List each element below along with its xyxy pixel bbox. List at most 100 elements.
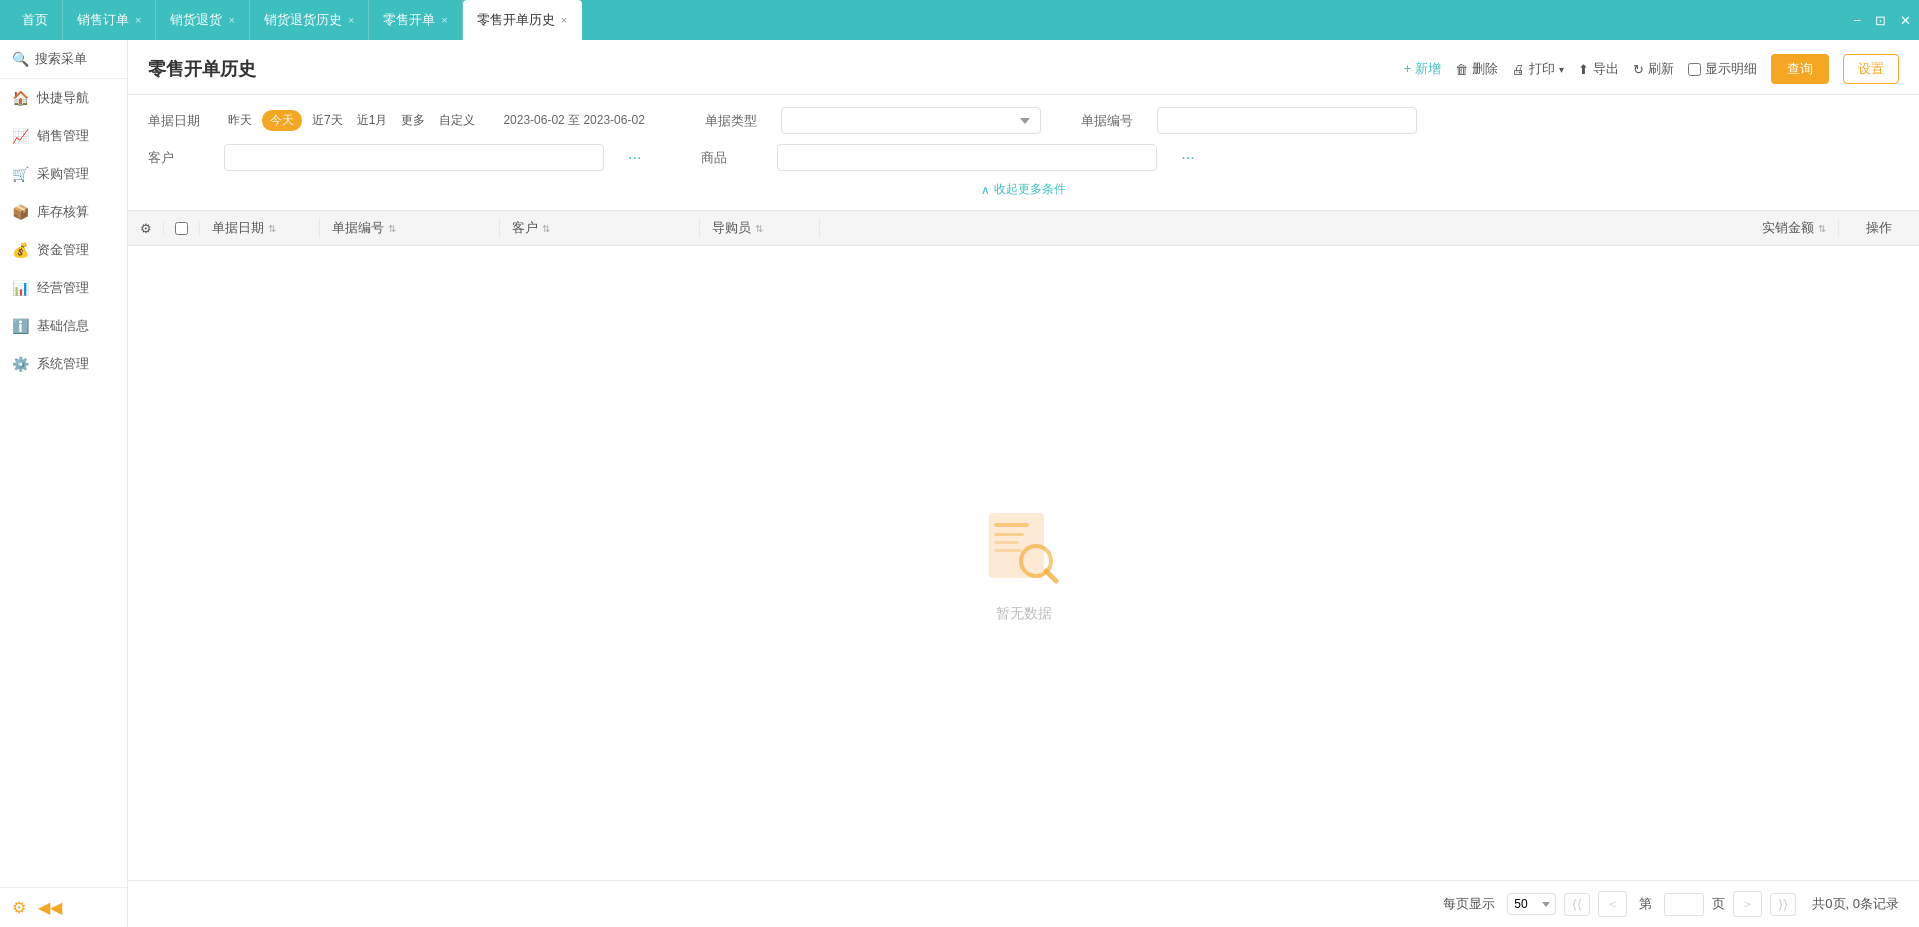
th-check[interactable] (164, 222, 200, 235)
sidebar-item-info[interactable]: ℹ️ 基础信息 (0, 307, 127, 345)
th-no[interactable]: 单据编号 ⇅ (320, 219, 500, 237)
next-page-btn[interactable]: ＞ (1733, 891, 1762, 917)
tab-sales-order[interactable]: 销售订单 × (63, 0, 156, 40)
collapse-sidebar-icon[interactable]: ◀◀ (38, 898, 62, 917)
sidebar-item-label: 销售管理 (37, 127, 89, 145)
content-area: 零售开单历史 + 新增 🗑 删除 🖨 打印 ▾ ⬆ 导出 ↻ (128, 40, 1919, 927)
th-guide[interactable]: 导购员 ⇅ (700, 219, 820, 237)
date-options: 昨天 今天 近7天 近1月 更多 自定义 (224, 110, 479, 131)
customer-label: 客户 (148, 149, 204, 167)
sidebar-item-purchase[interactable]: 🛒 采购管理 (0, 155, 127, 193)
close-tab-sales-return-history[interactable]: × (348, 14, 354, 26)
empty-illustration (974, 503, 1074, 593)
finance-icon: 💰 (12, 242, 29, 258)
last-page-btn[interactable]: ⟩⟩ (1770, 893, 1796, 916)
date-more[interactable]: 更多 (397, 110, 429, 131)
display-detail-label[interactable]: 显示明细 (1688, 60, 1757, 78)
close-tab-retail-open[interactable]: × (441, 14, 447, 26)
close-btn[interactable]: ✕ (1900, 13, 1911, 28)
bill-no-label: 单据编号 (1081, 112, 1137, 130)
tab-home[interactable]: 首页 (8, 0, 63, 40)
add-button[interactable]: + 新增 (1404, 60, 1441, 78)
date-custom[interactable]: 自定义 (435, 110, 479, 131)
display-detail-checkbox[interactable] (1688, 63, 1701, 76)
svg-rect-4 (994, 549, 1022, 552)
sidebar-item-business[interactable]: 📊 经营管理 (0, 269, 127, 307)
business-icon: 📊 (12, 280, 29, 296)
pagination: 每页显示 50 20 100 ⟨⟨ ＜ 第 1 页 ＞ ⟩⟩ 共0页, 0条记录 (128, 880, 1919, 927)
th-customer[interactable]: 客户 ⇅ (500, 219, 700, 237)
table-area: ⚙ 单据日期 ⇅ 单据编号 ⇅ 客户 ⇅ 导购员 (128, 211, 1919, 927)
info-icon: ℹ️ (12, 318, 29, 334)
goods-ellipsis[interactable]: ··· (1181, 149, 1194, 167)
sidebar-item-label: 库存核算 (37, 203, 89, 221)
sidebar-footer: ⚙ ◀◀ (0, 887, 127, 927)
collapse-label: 收起更多条件 (994, 181, 1066, 198)
refresh-icon: ↻ (1633, 62, 1644, 77)
page-input[interactable]: 1 (1664, 893, 1704, 916)
date-range-display: 2023-06-02 至 2023-06-02 (503, 112, 644, 129)
svg-rect-3 (994, 541, 1019, 544)
bill-no-input[interactable] (1157, 107, 1417, 134)
sidebar-search[interactable]: 🔍 搜索采单 (0, 40, 127, 79)
settings-gear-icon[interactable]: ⚙ (12, 898, 26, 917)
close-tab-retail-history[interactable]: × (561, 14, 567, 26)
sidebar-item-system[interactable]: ⚙️ 系统管理 (0, 345, 127, 383)
tab-sales-return-history[interactable]: 销货退货历史 × (250, 0, 369, 40)
delete-button[interactable]: 🗑 删除 (1455, 60, 1498, 78)
date-7days[interactable]: 近7天 (308, 110, 347, 131)
close-tab-sales-order[interactable]: × (135, 14, 141, 26)
refresh-button[interactable]: ↻ 刷新 (1633, 60, 1674, 78)
th-settings[interactable]: ⚙ (128, 221, 164, 236)
sidebar-item-finance[interactable]: 💰 资金管理 (0, 231, 127, 269)
table-header: ⚙ 单据日期 ⇅ 单据编号 ⇅ 客户 ⇅ 导购员 (128, 211, 1919, 246)
empty-text: 暂无数据 (996, 605, 1052, 623)
select-all-checkbox[interactable] (175, 222, 188, 235)
close-tab-sales-return[interactable]: × (228, 14, 234, 26)
sidebar-item-label: 系统管理 (37, 355, 89, 373)
date-yesterday[interactable]: 昨天 (224, 110, 256, 131)
customer-input[interactable] (224, 144, 604, 171)
top-tabbar: 首页 销售订单 × 销货退货 × 销货退货历史 × 零售开单 × 零售开单历史 … (0, 0, 1919, 40)
date-today[interactable]: 今天 (262, 110, 302, 131)
prev-page-btn[interactable]: ＜ (1598, 891, 1627, 917)
export-button[interactable]: ⬆ 导出 (1578, 60, 1619, 78)
first-page-btn[interactable]: ⟨⟨ (1564, 893, 1590, 916)
sidebar-item-label: 经营管理 (37, 279, 89, 297)
sidebar-item-label: 采购管理 (37, 165, 89, 183)
tab-retail-history[interactable]: 零售开单历史 × (463, 0, 582, 40)
empty-state: 暂无数据 (128, 246, 1919, 880)
inventory-icon: 📦 (12, 204, 29, 220)
print-dropdown-icon: ▾ (1559, 64, 1564, 75)
date-1month[interactable]: 近1月 (353, 110, 392, 131)
collapse-bar[interactable]: ∧ 收起更多条件 (148, 181, 1899, 198)
th-ops: 操作 (1839, 219, 1919, 237)
sidebar: 🔍 搜索采单 🏠 快捷导航 📈 销售管理 🛒 采购管理 📦 库存核算 💰 资金管… (0, 40, 128, 927)
sidebar-item-nav[interactable]: 🏠 快捷导航 (0, 79, 127, 117)
filter-area: 单据日期 昨天 今天 近7天 近1月 更多 自定义 2023-06-02 至 2… (128, 95, 1919, 211)
th-amount[interactable]: 实销金额 ⇅ (820, 219, 1839, 237)
sort-no-icon: ⇅ (388, 223, 396, 234)
column-settings-icon[interactable]: ⚙ (140, 221, 152, 236)
setting-button[interactable]: 设置 (1843, 54, 1899, 84)
page-size-select[interactable]: 50 20 100 (1507, 893, 1556, 915)
sidebar-item-inventory[interactable]: 📦 库存核算 (0, 193, 127, 231)
svg-point-7 (1028, 553, 1040, 565)
sidebar-item-sales[interactable]: 📈 销售管理 (0, 117, 127, 155)
print-button[interactable]: 🖨 打印 ▾ (1512, 60, 1564, 78)
restore-btn[interactable]: ⊡ (1875, 13, 1886, 28)
goods-input[interactable] (777, 144, 1157, 171)
bill-type-select[interactable] (781, 107, 1041, 134)
minimize-btn[interactable]: − (1853, 13, 1861, 28)
tab-sales-return[interactable]: 销货退货 × (156, 0, 249, 40)
th-date[interactable]: 单据日期 ⇅ (200, 219, 320, 237)
customer-ellipsis[interactable]: ··· (628, 149, 641, 167)
purchase-icon: 🛒 (12, 166, 29, 182)
tab-retail-open[interactable]: 零售开单 × (369, 0, 462, 40)
search-icon: 🔍 (12, 51, 29, 67)
page-size-label: 每页显示 (1443, 895, 1495, 913)
sales-icon: 📈 (12, 128, 29, 144)
goods-label: 商品 (701, 149, 757, 167)
query-button[interactable]: 查询 (1771, 54, 1829, 84)
system-icon: ⚙️ (12, 356, 29, 372)
